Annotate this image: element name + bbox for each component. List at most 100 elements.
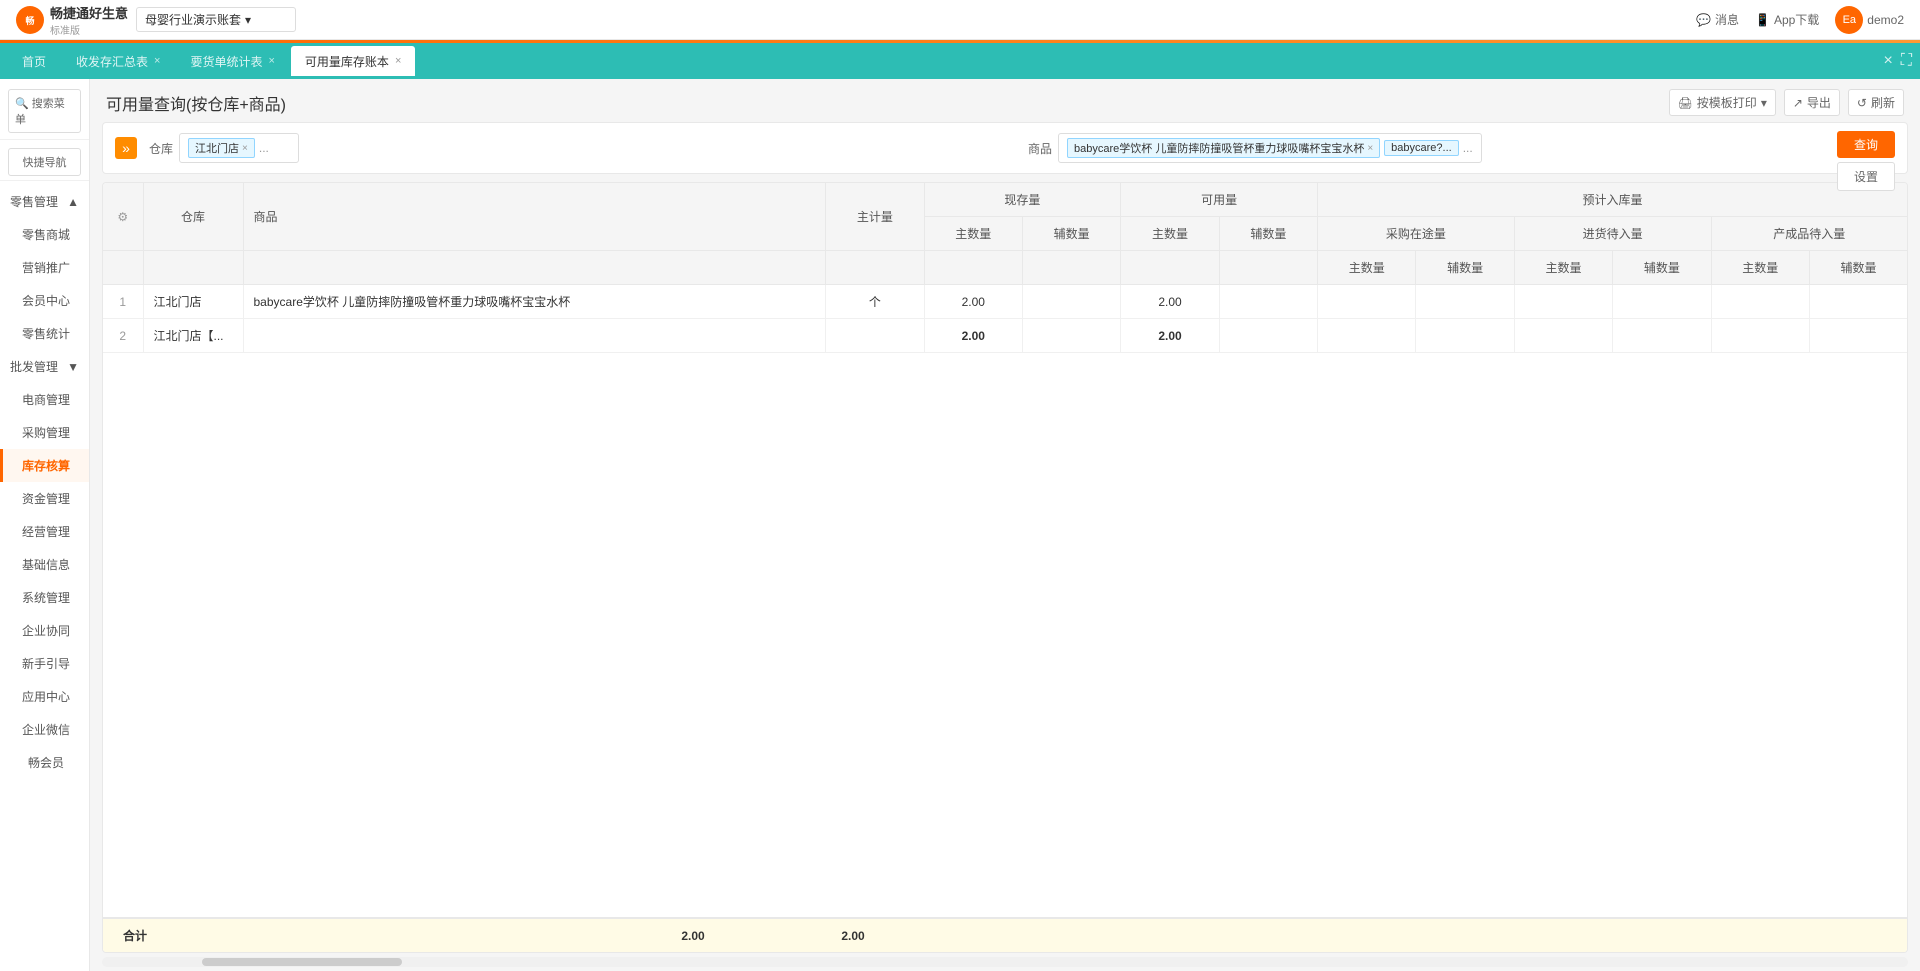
print-btn[interactable]: 🖨 按模板打印 ▾ [1669,89,1776,116]
main-layout: 🔍 搜索菜单 快捷导航 零售管理 ▲ 零售商城 营销推广 会员中心 零售统计 [0,79,1920,971]
message-btn[interactable]: 💬 消息 [1696,11,1739,28]
col-unit-label: 主计量 [857,210,893,224]
col-sub-empty-6 [1022,251,1120,285]
avatar-text: Ea [1843,14,1856,26]
close-all-btn[interactable]: × [1883,52,1892,70]
svg-text:畅: 畅 [25,15,34,26]
sidebar-item-enterprise-wechat[interactable]: 企业微信 [0,713,89,746]
warehouse-more[interactable]: ... [259,141,269,155]
col-production-pending: 产成品待入量 [1711,217,1907,251]
row1-avail-aux [1219,285,1317,319]
sidebar-item-retail-mgmt[interactable]: 零售管理 ▲ [0,185,89,218]
sidebar-item-finance[interactable]: 资金管理 [0,482,89,515]
tenant-selector[interactable]: 母婴行业演示账套 ▾ [136,7,296,32]
row1-index: 1 [103,285,143,319]
col-product-label: 商品 [254,210,278,224]
logo-text: 畅捷通好生意 [50,3,128,22]
col-incoming-aux: 辅数量 [1613,251,1711,285]
sidebar-item-inventory-check[interactable]: 库存核算 [0,449,89,482]
sidebar-item-member-center[interactable]: 会员中心 [0,284,89,317]
sidebar-item-retail-mall[interactable]: 零售商城 [0,218,89,251]
col-header-settings: ⚙ [103,183,143,251]
col-stock-aux: 辅数量 [1022,217,1120,251]
col-available-label: 可用量 [1201,193,1237,207]
message-label: 消息 [1715,11,1739,28]
tab-inventory-close[interactable]: × [395,55,401,67]
marketing-label: 营销推广 [22,259,70,276]
query-btn[interactable]: 查询 [1837,131,1895,158]
member-center-label: 会员中心 [22,292,70,309]
warehouse-tag-close[interactable]: × [242,143,248,154]
tab-receive[interactable]: 收发存汇总表 × [62,46,174,76]
filter-bar: » 仓库 江北门店 × ... 商品 babycare学饮杯 儿童防摔防撞吸管杯… [102,122,1908,174]
sidebar-item-ecommerce[interactable]: 电商管理 [0,383,89,416]
inventory-check-label: 库存核算 [22,457,70,474]
quick-nav-btn[interactable]: 快捷导航 [8,148,81,176]
col-stock-label: 现存量 [1004,193,1040,207]
sidebar-item-marketing[interactable]: 营销推广 [0,251,89,284]
sidebar-item-enterprise-collab[interactable]: 企业协同 [0,614,89,647]
page-title: 可用量查询(按仓库+商品) [106,91,286,115]
sidebar-item-retail-stats[interactable]: 零售统计 [0,317,89,350]
new-guide-label: 新手引导 [22,655,70,672]
expand-icon-2: ▼ [67,360,79,374]
table-container: ⚙ 仓库 商品 主计量 现存量 [102,182,1908,953]
finance-label: 资金管理 [22,490,70,507]
content-area: 可用量查询(按仓库+商品) 🖨 按模板打印 ▾ ↗ 导出 ↺ 刷新 » [90,79,1920,971]
product-input[interactable]: babycare学饮杯 儿童防摔防撞吸管杯重力球吸嘴杯宝宝水杯 × babyca… [1058,133,1482,163]
scroll-thumb[interactable] [202,958,402,966]
app-download-btn[interactable]: 📱 App下载 [1755,11,1819,28]
settings-btn[interactable]: 设置 [1837,162,1895,191]
app-center-label: 应用中心 [22,688,70,705]
operations-label: 经营管理 [22,523,70,540]
print-dropdown-icon: ▾ [1761,96,1767,110]
row1-incoming-aux [1613,285,1711,319]
tab-receive-label: 收发存汇总表 [76,53,148,70]
tab-inventory[interactable]: 可用量库存账本 × [291,46,415,76]
footer-label: 合计 [113,927,653,944]
product-tag-1-close[interactable]: × [1367,143,1373,154]
row2-stock-main: 2.00 [924,319,1022,353]
app-icon: 📱 [1755,13,1770,27]
system-mgmt-label: 系统管理 [22,589,70,606]
tab-orders-close[interactable]: × [268,55,274,67]
refresh-label: 刷新 [1871,94,1895,111]
tab-receive-close[interactable]: × [154,55,160,67]
row1-unit: 个 [826,285,924,319]
table-settings-icon[interactable]: ⚙ [117,210,128,224]
refresh-btn[interactable]: ↺ 刷新 [1848,89,1904,116]
sidebar-item-app-center[interactable]: 应用中心 [0,680,89,713]
logo-text-area: 畅捷通好生意 标准版 [50,3,128,37]
table-row: 1 江北门店 babycare学饮杯 儿童防摔防撞吸管杯重力球吸嘴杯宝宝水杯 个… [103,285,1907,319]
table-footer: 合计 2.00 2.00 [103,917,1907,952]
sidebar-item-operations[interactable]: 经营管理 [0,515,89,548]
search-menu-btn[interactable]: 🔍 搜索菜单 [8,89,81,133]
row2-incoming-main [1514,319,1612,353]
table-row: 2 江北门店【... 2.00 2.00 [103,319,1907,353]
export-btn[interactable]: ↗ 导出 [1784,89,1840,116]
row1-stock-main: 2.00 [924,285,1022,319]
sidebar-item-purchase[interactable]: 采购管理 [0,416,89,449]
warehouse-input[interactable]: 江北门店 × ... [179,133,299,163]
tab-orders[interactable]: 要货单统计表 × [176,46,288,76]
filter-expand-btn[interactable]: » [115,137,137,159]
row1-purchase-main [1318,285,1416,319]
top-bar-right: 💬 消息 📱 App下载 Ea demo2 [1696,6,1904,34]
tab-home[interactable]: 首页 [8,46,60,76]
horizontal-scrollbar[interactable] [102,957,1908,967]
col-sub-empty-1 [103,251,143,285]
row1-warehouse: 江北门店 [143,285,243,319]
sidebar-item-wholesale-mgmt[interactable]: 批发管理 ▼ [0,350,89,383]
sidebar-item-new-guide[interactable]: 新手引导 [0,647,89,680]
fullscreen-btn[interactable]: ⛶ [1901,52,1912,70]
sidebar-item-system-mgmt[interactable]: 系统管理 [0,581,89,614]
product-tag-1-text: babycare学饮杯 儿童防摔防撞吸管杯重力球吸嘴杯宝宝水杯 [1074,140,1364,156]
warehouse-tag-text: 江北门店 [195,140,239,156]
search-menu-label: 搜索菜单 [15,98,65,126]
sidebar-item-basic-info[interactable]: 基础信息 [0,548,89,581]
col-header-unit: 主计量 [826,183,924,251]
user-area[interactable]: Ea demo2 [1835,6,1904,34]
product-more[interactable]: ... [1463,141,1473,155]
row2-product [243,319,826,353]
sidebar-item-member[interactable]: 畅会员 [0,746,89,779]
